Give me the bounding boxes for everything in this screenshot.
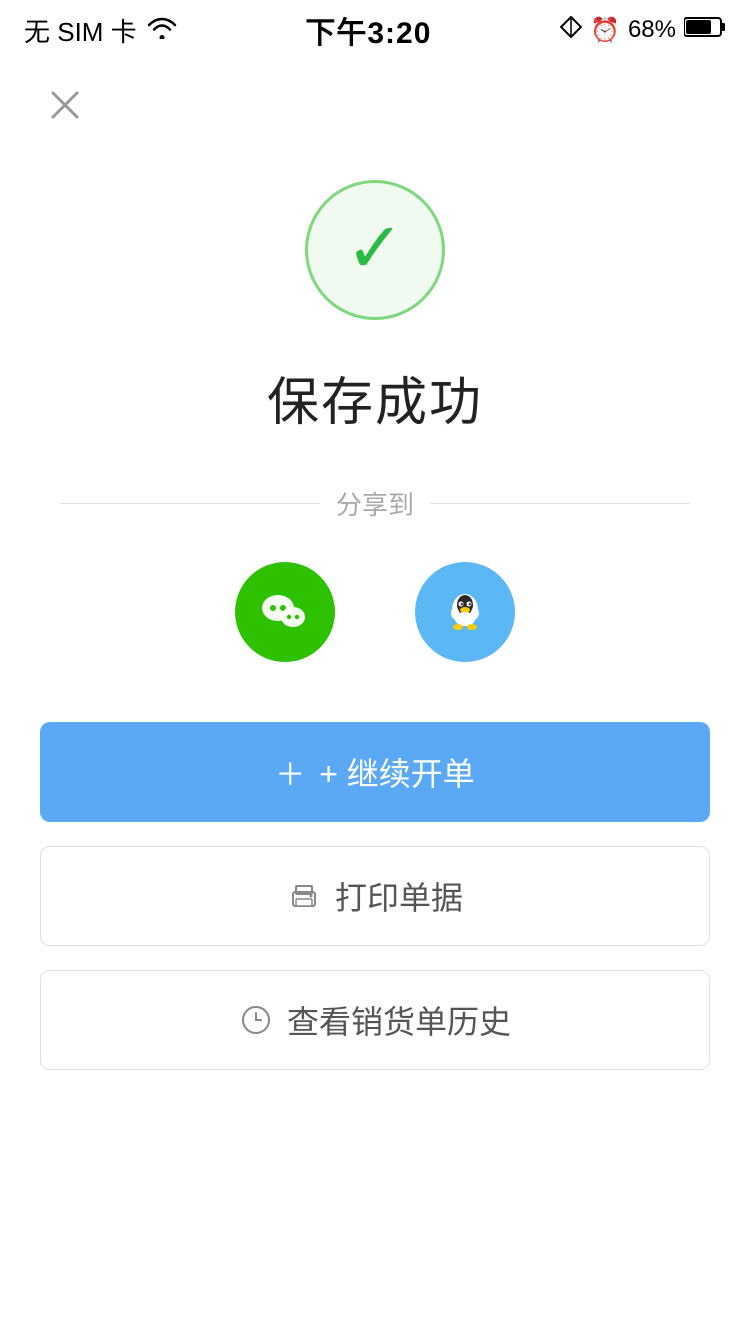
sim-label: 无 SIM 卡 xyxy=(24,12,137,49)
printer-icon xyxy=(287,879,321,913)
location-icon xyxy=(560,16,582,45)
close-area xyxy=(0,60,750,140)
status-left: 无 SIM 卡 xyxy=(24,12,177,49)
share-divider-wrap: 分享到 xyxy=(60,485,690,522)
checkmark-icon: ✓ xyxy=(346,213,405,283)
share-label: 分享到 xyxy=(336,485,414,522)
print-button[interactable]: 打印单据 xyxy=(40,846,710,946)
continue-label: + 继续开单 xyxy=(319,749,475,795)
success-circle: ✓ xyxy=(305,180,445,320)
qq-share-button[interactable] xyxy=(415,562,515,662)
success-title: 保存成功 xyxy=(0,360,750,435)
wechat-share-button[interactable] xyxy=(235,562,335,662)
divider-left xyxy=(60,503,320,504)
status-right: ⏰ 68% xyxy=(560,16,726,45)
wifi-icon xyxy=(147,15,177,46)
status-bar: 无 SIM 卡 下午3:20 ⏰ 68% xyxy=(0,0,750,60)
alarm-icon: ⏰ xyxy=(590,16,620,45)
close-button[interactable] xyxy=(40,80,90,130)
history-label: 查看销货单历史 xyxy=(287,997,511,1043)
continue-button[interactable]: ＋ + 继续开单 xyxy=(40,722,710,822)
divider-right xyxy=(430,503,690,504)
history-icon xyxy=(239,1003,273,1037)
share-icons-row xyxy=(0,562,750,662)
battery-label: 68% xyxy=(628,16,676,44)
battery-icon xyxy=(684,16,726,45)
success-icon-wrap: ✓ xyxy=(0,180,750,320)
history-button[interactable]: 查看销货单历史 xyxy=(40,970,710,1070)
action-buttons: ＋ + 继续开单 打印单据 查看销货单历史 xyxy=(40,722,710,1070)
print-label: 打印单据 xyxy=(335,873,463,919)
status-time: 下午3:20 xyxy=(305,8,431,52)
plus-icon: ＋ xyxy=(275,750,305,794)
